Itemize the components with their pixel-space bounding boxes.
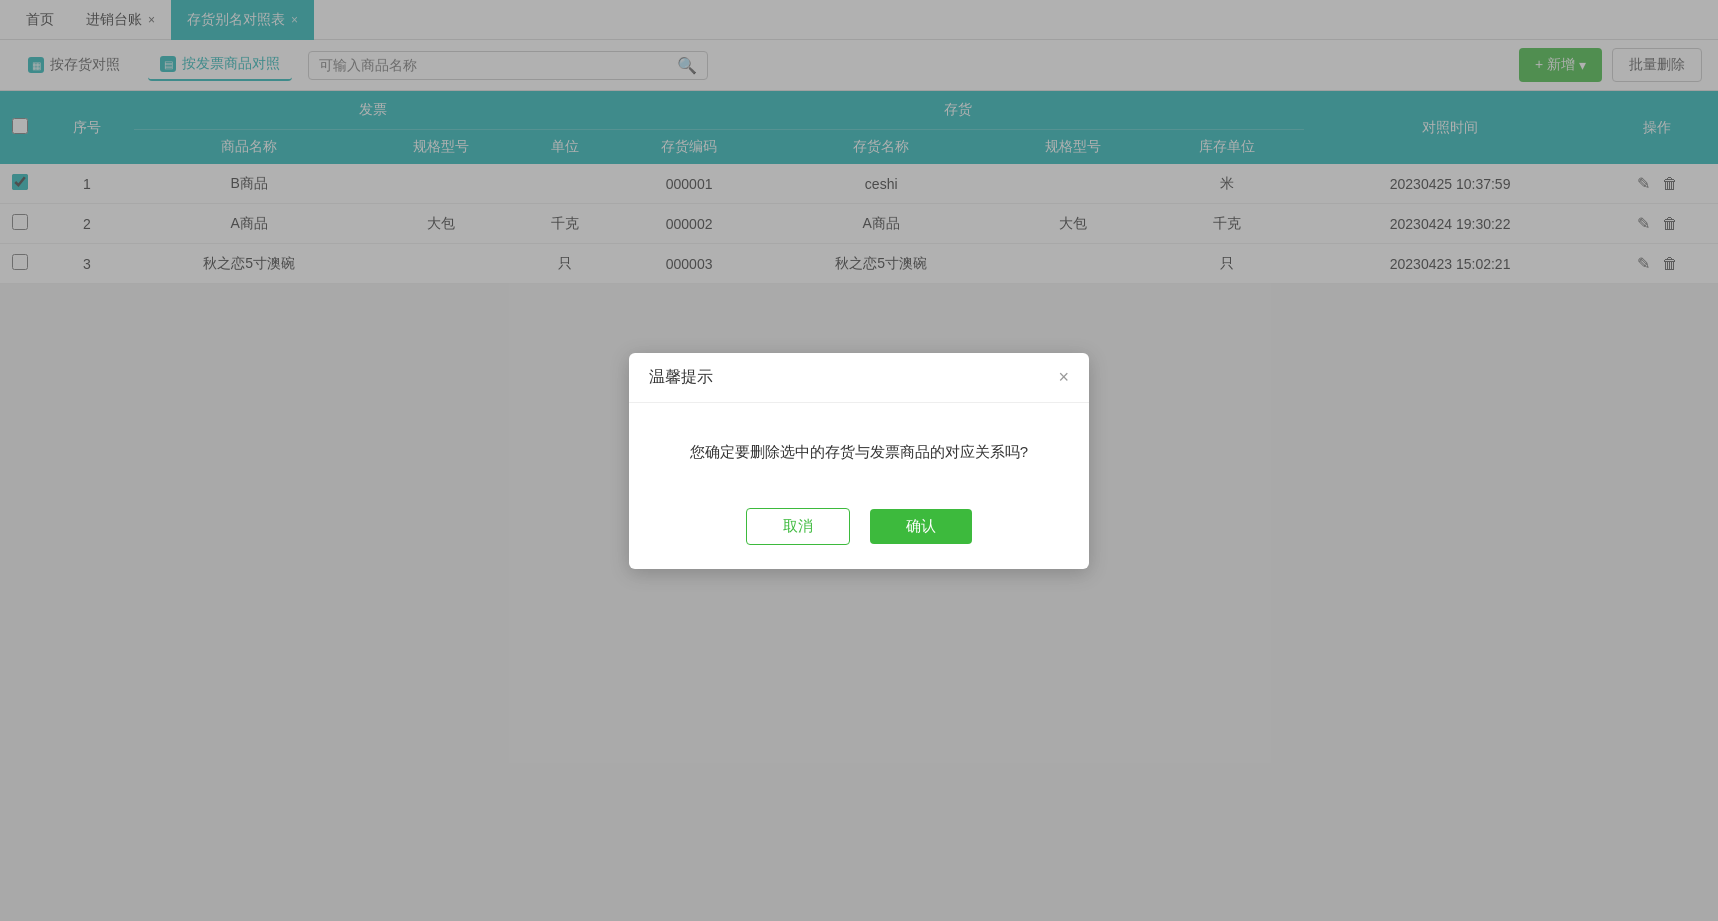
dialog-overlay: 温馨提示 × 您确定要删除选中的存货与发票商品的对应关系吗? 取消 确认 [0, 0, 1718, 284]
